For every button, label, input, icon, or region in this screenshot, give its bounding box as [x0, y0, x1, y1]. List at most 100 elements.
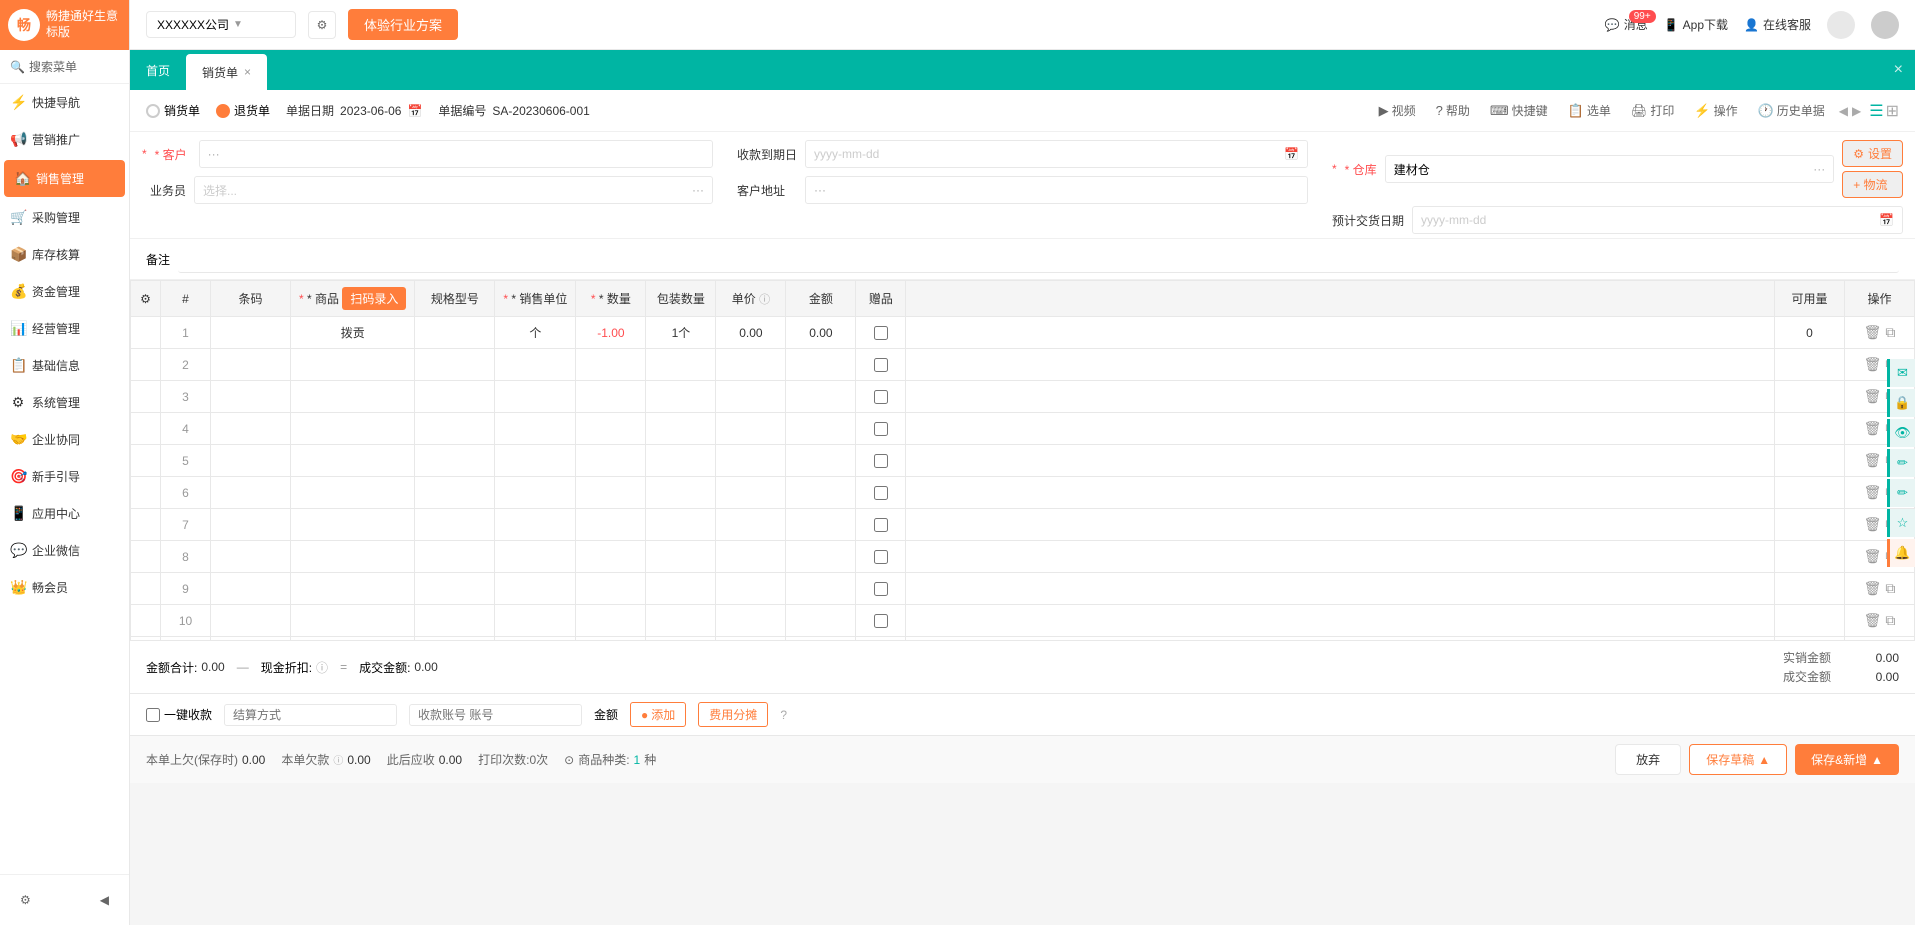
row1-amount[interactable]: 0.00	[786, 317, 856, 349]
tab-close-icon[interactable]: ×	[244, 65, 251, 79]
customer-input[interactable]: ···	[199, 140, 713, 168]
expense-btn[interactable]: 费用分摊	[698, 702, 768, 727]
row1-qty[interactable]: -1.00	[576, 317, 646, 349]
user-avatar[interactable]	[1827, 11, 1855, 39]
float-btn-6[interactable]: ☆	[1887, 509, 1915, 537]
draft-btn[interactable]: 保存草稿 ▲	[1689, 744, 1787, 775]
date-value[interactable]: 2023-06-06	[340, 104, 401, 118]
row1-pack-qty[interactable]: 1个	[646, 317, 716, 349]
sidebar-item-guide[interactable]: 🎯 新手引导	[0, 458, 129, 495]
row5-delete[interactable]: 🗑	[1864, 452, 1882, 469]
col-gear[interactable]: ⚙	[131, 281, 161, 317]
search-menu[interactable]: 🔍 搜索菜单	[0, 50, 129, 84]
customer-addr-input[interactable]: ···	[805, 176, 1308, 204]
app-download-btn[interactable]: 📱 App下载	[1664, 16, 1728, 33]
float-btn-3[interactable]: 👁	[1887, 419, 1915, 447]
message-btn[interactable]: 💬 消息 99+	[1605, 16, 1648, 33]
row1-delete-icon[interactable]: 🗑	[1864, 324, 1882, 341]
row1-copy-icon[interactable]: ⧉	[1885, 324, 1895, 341]
row5-gift-check[interactable]	[874, 454, 888, 468]
row6-gift-check[interactable]	[874, 486, 888, 500]
row4-delete[interactable]: 🗑	[1864, 420, 1882, 437]
row1-unit[interactable]: 个	[495, 317, 576, 349]
salesman-input[interactable]: 选择... ···	[194, 176, 713, 204]
sidebar-item-operations[interactable]: 📊 经营管理	[0, 310, 129, 347]
next-icon[interactable]: ▶	[1852, 104, 1861, 118]
row6-delete[interactable]: 🗑	[1864, 484, 1882, 501]
float-btn-4[interactable]: ✏	[1887, 449, 1915, 477]
video-btn[interactable]: ▶ 视频	[1373, 100, 1422, 121]
owe-help-icon[interactable]: ⓘ	[333, 752, 343, 767]
float-btn-orange[interactable]: 🔔	[1887, 539, 1915, 567]
sidebar-item-inventory[interactable]: 📦 库存核算	[0, 236, 129, 273]
help-circle-icon[interactable]: ⓘ	[316, 659, 328, 676]
float-btn-1[interactable]: ✉	[1887, 359, 1915, 387]
layout-list-icon[interactable]: ☰	[1869, 101, 1883, 121]
save-new-btn[interactable]: 保存&新增 ▲	[1795, 744, 1899, 775]
row4-gift-check[interactable]	[874, 422, 888, 436]
sidebar-item-basic-info[interactable]: 📋 基础信息	[0, 347, 129, 384]
tab-home[interactable]: 首页	[130, 50, 186, 90]
shortcut-btn[interactable]: ⌨ 快捷键	[1484, 100, 1554, 121]
row1-gift-check[interactable]	[874, 326, 888, 340]
row9-delete[interactable]: 🗑	[1864, 580, 1882, 597]
select-btn[interactable]: 📋 选单	[1562, 100, 1617, 121]
account-input[interactable]	[409, 704, 582, 726]
row7-delete[interactable]: 🗑	[1864, 516, 1882, 533]
sidebar-collapse-btn[interactable]: ◀	[90, 883, 119, 917]
logistics-btn[interactable]: + 物流	[1842, 171, 1903, 198]
print-btn[interactable]: 🖨 打印	[1625, 100, 1681, 121]
sidebar-item-members[interactable]: 👑 畅会员	[0, 569, 129, 606]
header-gear-btn[interactable]: ⚙	[308, 11, 336, 39]
trial-btn[interactable]: 体验行业方案	[348, 9, 458, 40]
sidebar-item-enterprise-wechat[interactable]: 💬 企业微信	[0, 532, 129, 569]
expected-date-input[interactable]: yyyy-mm-dd 📅	[1412, 206, 1903, 234]
payment-help-icon[interactable]: ?	[780, 708, 787, 722]
sidebar-item-marketing[interactable]: 📢 营销推广	[0, 121, 129, 158]
float-btn-5[interactable]: ✏	[1887, 479, 1915, 507]
row7-gift-check[interactable]	[874, 518, 888, 532]
row10-gift-check[interactable]	[874, 614, 888, 628]
scan-btn[interactable]: 扫码录入	[342, 287, 406, 310]
row8-gift-check[interactable]	[874, 550, 888, 564]
sidebar-item-quick-nav[interactable]: ⚡ 快捷导航	[0, 84, 129, 121]
row1-unit-price[interactable]: 0.00	[716, 317, 786, 349]
row2-gift-check[interactable]	[874, 358, 888, 372]
online-service-btn[interactable]: 👤 在线客服	[1744, 16, 1811, 33]
discard-btn[interactable]: 放弃	[1615, 744, 1681, 775]
return-order-radio[interactable]: 退货单	[216, 102, 270, 119]
warehouse-input[interactable]: 建材仓 ···	[1385, 155, 1835, 183]
tab-sales-order[interactable]: 销货单 ×	[186, 54, 267, 90]
row1-gift[interactable]	[856, 317, 906, 349]
prev-icon[interactable]: ◀	[1839, 104, 1848, 118]
history-btn[interactable]: 🕐 历史单据	[1752, 100, 1831, 121]
row1-barcode[interactable]	[211, 317, 291, 349]
layout-grid-icon[interactable]: ⊞	[1886, 101, 1899, 121]
row3-delete[interactable]: 🗑	[1864, 388, 1882, 405]
help-btn[interactable]: ? 帮助	[1430, 100, 1476, 121]
row1-product[interactable]: 拨贡	[291, 317, 415, 349]
company-selector[interactable]: XXXXXX公司 ▼	[146, 11, 296, 38]
row9-copy[interactable]: ⧉	[1885, 580, 1895, 597]
row1-spec[interactable]	[415, 317, 495, 349]
row10-delete[interactable]: 🗑	[1864, 612, 1882, 629]
sales-order-radio[interactable]: 销货单	[146, 102, 200, 119]
actions-btn[interactable]: ⚡ 操作	[1688, 100, 1743, 121]
note-input[interactable]	[178, 245, 1899, 273]
add-payment-btn[interactable]: ● 添加	[630, 702, 686, 727]
user-avatar2[interactable]	[1871, 11, 1899, 39]
sidebar-item-sales[interactable]: 🏠 销售管理	[4, 160, 125, 197]
row3-gift-check[interactable]	[874, 390, 888, 404]
settings-btn[interactable]: ⚙ 设置	[1842, 140, 1903, 167]
row8-delete[interactable]: 🗑	[1864, 548, 1882, 565]
row10-copy[interactable]: ⧉	[1885, 612, 1895, 629]
sidebar-item-purchase[interactable]: 🛒 采购管理	[0, 199, 129, 236]
sidebar-item-enterprise[interactable]: 🤝 企业协同	[0, 421, 129, 458]
float-btn-2[interactable]: 🔒	[1887, 389, 1915, 417]
row9-gift-check[interactable]	[874, 582, 888, 596]
sidebar-item-app-center[interactable]: 📱 应用中心	[0, 495, 129, 532]
sidebar-settings-btn[interactable]: ⚙	[10, 883, 41, 917]
row2-delete[interactable]: 🗑	[1864, 356, 1882, 373]
payment-date-input[interactable]: yyyy-mm-dd 📅	[805, 140, 1308, 168]
pay-method-input[interactable]	[224, 704, 397, 726]
